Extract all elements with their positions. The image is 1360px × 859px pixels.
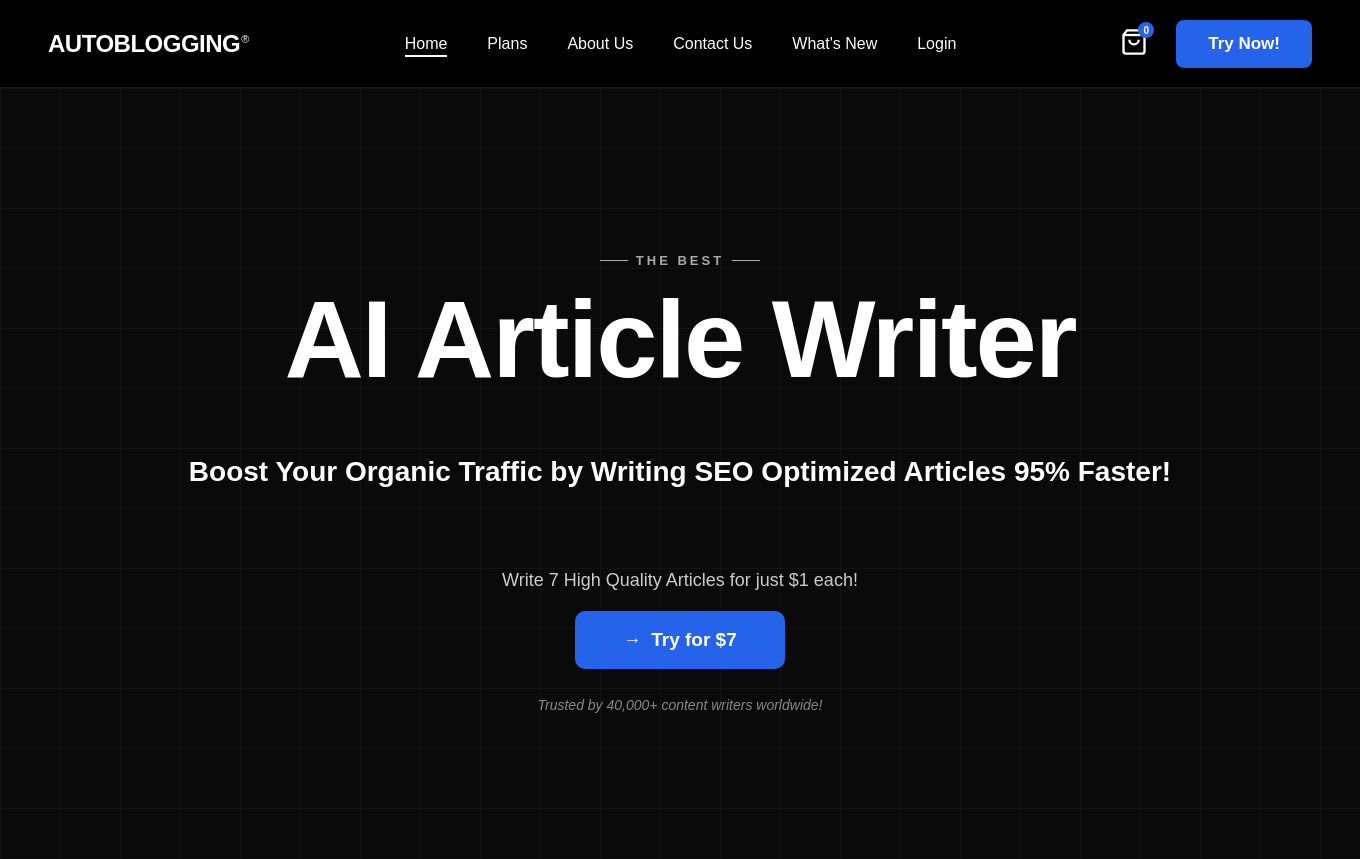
main-nav: Home Plans About Us Contact Us What's Ne… <box>405 35 957 53</box>
nav-home[interactable]: Home <box>405 35 448 53</box>
try-for-button[interactable]: → Try for $7 <box>575 611 785 669</box>
cart-button[interactable]: 0 <box>1112 20 1156 67</box>
header: AUTOBLOGGING® Home Plans About Us Contac… <box>0 0 1360 88</box>
header-right: 0 Try Now! <box>1112 20 1312 68</box>
nav-whats-new[interactable]: What's New <box>792 35 877 53</box>
trusted-text: Trusted by 40,000+ content writers world… <box>538 697 823 713</box>
cart-badge: 0 <box>1138 22 1154 38</box>
hero-cta-text: Write 7 High Quality Articles for just $… <box>502 570 858 591</box>
nav-about[interactable]: About Us <box>567 35 633 53</box>
logo[interactable]: AUTOBLOGGING® <box>48 30 249 58</box>
nav-login[interactable]: Login <box>917 35 956 53</box>
the-best-label: THE BEST <box>636 253 724 268</box>
logo-reg: ® <box>241 33 249 45</box>
try-now-button[interactable]: Try Now! <box>1176 20 1312 68</box>
arrow-icon: → <box>623 630 641 651</box>
hero-cta-section: Write 7 High Quality Articles for just $… <box>502 570 858 713</box>
nav-contact[interactable]: Contact Us <box>673 35 752 53</box>
try-for-label: Try for $7 <box>651 629 737 651</box>
nav-plans[interactable]: Plans <box>487 35 527 53</box>
hero-subtitle: Boost Your Organic Traffic by Writing SE… <box>189 454 1171 490</box>
hero-title: AI Article Writer <box>284 284 1075 394</box>
logo-text: AUTOBLOGGING® <box>48 30 249 58</box>
hero-section: THE BEST AI Article Writer Boost Your Or… <box>0 88 1360 858</box>
